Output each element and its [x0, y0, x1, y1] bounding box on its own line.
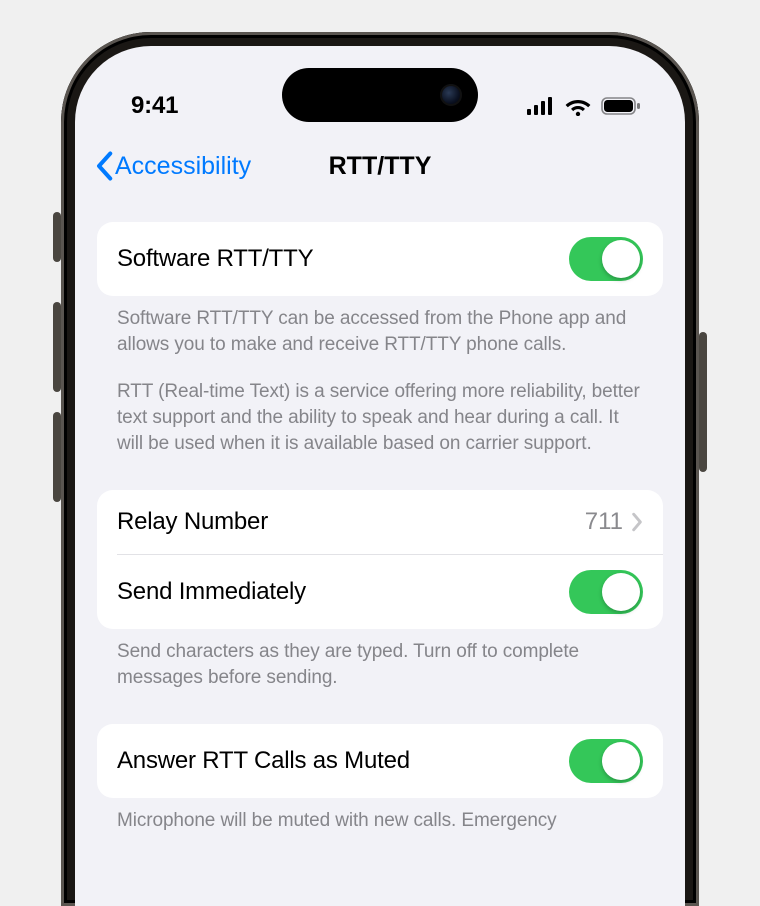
toggle-software-rtt-tty[interactable] [569, 237, 643, 281]
row-relay-number[interactable]: Relay Number 711 [97, 490, 663, 554]
footer-send-immediately: Send characters as they are typed. Turn … [97, 629, 663, 690]
label-relay-number: Relay Number [117, 508, 268, 536]
front-camera [440, 84, 462, 106]
label-answer-muted: Answer RTT Calls as Muted [117, 747, 410, 775]
row-software-rtt-tty[interactable]: Software RTT/TTY [97, 222, 663, 296]
toggle-answer-muted[interactable] [569, 739, 643, 783]
screen: 9:41 Accessibility RTT/TTY Software RTT/… [75, 46, 685, 906]
chevron-left-icon [95, 151, 113, 181]
status-time: 9:41 [131, 92, 178, 120]
chevron-right-icon [631, 512, 643, 532]
content: Software RTT/TTY Software RTT/TTY can be… [75, 196, 685, 834]
hardware-volume-up [53, 302, 61, 392]
row-answer-muted[interactable]: Answer RTT Calls as Muted [97, 724, 663, 798]
toggle-send-immediately[interactable] [569, 570, 643, 614]
label-send-immediately: Send Immediately [117, 578, 306, 606]
label-software-rtt-tty: Software RTT/TTY [117, 245, 313, 273]
footer-answer-muted: Microphone will be muted with new calls.… [97, 798, 663, 834]
group-relay-send: Relay Number 711 Send Immediately [97, 490, 663, 629]
value-relay-number: 711 [585, 508, 623, 536]
dynamic-island [282, 68, 478, 122]
wifi-icon [565, 97, 591, 116]
row-send-immediately[interactable]: Send Immediately [117, 554, 663, 629]
group-software-rtt-tty: Software RTT/TTY [97, 222, 663, 296]
hardware-silent-switch [53, 212, 61, 262]
phone-frame: 9:41 Accessibility RTT/TTY Software RTT/… [61, 32, 699, 906]
back-label: Accessibility [115, 152, 251, 181]
cellular-icon [527, 97, 555, 115]
nav-bar: Accessibility RTT/TTY [75, 136, 685, 196]
back-button[interactable]: Accessibility [95, 151, 251, 181]
footer-software-rtt-tty: Software RTT/TTY can be accessed from th… [97, 296, 663, 456]
group-answer-muted: Answer RTT Calls as Muted [97, 724, 663, 798]
page-title: RTT/TTY [329, 152, 432, 181]
hardware-volume-down [53, 412, 61, 502]
battery-icon [601, 97, 641, 115]
hardware-power-button [699, 332, 707, 472]
